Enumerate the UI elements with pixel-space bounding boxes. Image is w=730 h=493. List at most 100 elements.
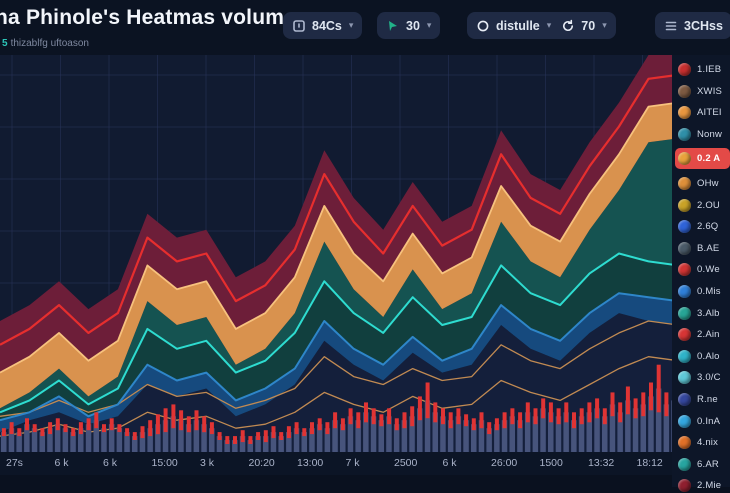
asset-label: 4.nix — [697, 437, 719, 449]
asset-label: 0.InA — [697, 415, 721, 427]
asset-icon — [678, 198, 691, 212]
x-tick-label: 15:00 — [151, 457, 178, 469]
asset-icon — [678, 176, 691, 190]
asset-label: 2.Ain — [697, 329, 720, 341]
list-item[interactable]: 0.Alo — [678, 349, 730, 364]
refresh-icon — [563, 19, 574, 31]
asset-label: 2.OU — [697, 199, 720, 211]
list-item[interactable]: 2.Mie — [678, 478, 730, 493]
x-tick-label: 18:12 — [636, 457, 663, 469]
list-item[interactable]: 0.Mis — [678, 284, 730, 299]
asset-icon — [678, 106, 691, 120]
x-tick-label: 6 k — [442, 457, 457, 469]
pointer-icon — [389, 20, 397, 31]
asset-list-sidebar: 1.IEB XWIS AITEI Nonw 0.2 A OHw 2.OU 2.6Q B.AE 0.… — [672, 55, 730, 493]
list-item[interactable]: 6.AR — [678, 457, 730, 472]
list-item[interactable]: 2.Ain — [678, 327, 730, 342]
control-pill: distulle ▾ 70 ▾ — [467, 12, 616, 39]
asset-label: AITEI — [697, 107, 722, 119]
control-pill: 84Cs ▾ — [283, 12, 363, 39]
control-pill: 3CHss — [655, 12, 730, 39]
dropdown-label: 3CHss — [684, 18, 723, 33]
dropdown-label: 30 — [406, 18, 420, 33]
list-item[interactable]: R.ne — [678, 392, 730, 407]
asset-label: 0.We — [697, 264, 720, 276]
x-tick-label: 7 k — [345, 457, 360, 469]
3chss-dropdown[interactable]: 3CHss — [664, 19, 723, 33]
x-tick-label: 26:00 — [491, 457, 518, 469]
asset-icon — [678, 392, 691, 406]
dropdown-label: 70 — [581, 18, 596, 33]
x-tick-label: 13:00 — [297, 457, 324, 469]
list-item[interactable]: 2.6Q — [678, 219, 730, 234]
list-item[interactable]: XWIS — [678, 84, 730, 99]
list-item[interactable]: B.AE — [678, 241, 730, 256]
x-axis: 27s 6 k 6 k 15:00 3 k 20:20 13:00 7 k 2500 6 k 26:… — [0, 452, 678, 475]
x-tick-label: 6 k — [54, 457, 69, 469]
asset-label: Nonw — [697, 128, 723, 140]
list-item[interactable]: 0.InA — [678, 414, 730, 429]
list-item[interactable]: 2.OU — [678, 198, 730, 213]
dropdown-label: 84Cs — [312, 18, 342, 33]
x-tick-label: 1500 — [539, 457, 563, 469]
distulle-dropdown[interactable]: distulle ▾ — [476, 19, 551, 33]
list-item[interactable]: 4.nix — [678, 435, 730, 450]
x-tick-label: 2500 — [394, 457, 418, 469]
chevron-down-icon: ▾ — [426, 20, 432, 30]
70-dropdown[interactable]: 70 ▾ — [561, 18, 607, 33]
list-item[interactable]: AITEI — [678, 105, 730, 120]
asset-icon — [678, 479, 691, 493]
asset-icon — [678, 220, 691, 234]
asset-label: 2.6Q — [697, 221, 719, 233]
asset-icon — [678, 306, 691, 320]
x-tick-label: 27s — [6, 457, 23, 469]
84cs-dropdown[interactable]: 84Cs ▾ — [292, 19, 353, 33]
asset-icon — [678, 371, 691, 385]
asset-icon — [678, 457, 691, 471]
list-item[interactable]: Nonw — [678, 127, 730, 142]
list-item-selected[interactable]: 0.2 A — [675, 148, 730, 170]
x-tick-label: 13:32 — [588, 457, 615, 469]
asset-label: XWIS — [697, 85, 723, 97]
asset-icon — [678, 284, 691, 298]
chevron-down-icon: ▾ — [602, 20, 607, 30]
list-item[interactable]: 0.We — [678, 262, 730, 277]
chevron-down-icon: ▾ — [546, 20, 552, 30]
asset-label: 2.Mie — [697, 480, 722, 492]
asset-label: B.AE — [697, 242, 720, 254]
list-item[interactable]: 1.IEB — [678, 62, 730, 77]
clock-icon — [293, 19, 305, 32]
main-chart[interactable] — [0, 55, 678, 452]
ring-icon — [477, 20, 489, 31]
asset-label: 1.IEB — [697, 64, 722, 75]
asset-label: 3.0/C — [697, 372, 721, 384]
asset-icon — [678, 263, 691, 277]
list-item[interactable]: OHw — [678, 176, 730, 191]
asset-icon — [678, 63, 691, 76]
asset-icon — [678, 241, 691, 255]
asset-label: 0.2 A — [697, 153, 721, 165]
asset-icon — [678, 84, 691, 98]
list-item[interactable]: 3.0/C — [678, 370, 730, 385]
x-tick-label: 6 k — [103, 457, 118, 469]
header-controls: 84Cs ▾ 30 ▾ distulle ▾ 70 ▾ 3CHss — [0, 0, 730, 55]
asset-label: OHw — [697, 177, 719, 189]
asset-icon — [678, 152, 691, 166]
dropdown-label: distulle — [496, 18, 540, 33]
layered-area-chart — [0, 55, 678, 452]
list-icon — [665, 21, 677, 30]
control-pill: 30 ▾ — [377, 12, 441, 39]
asset-label: 3.Alb — [697, 307, 720, 319]
asset-icon — [678, 436, 691, 450]
x-tick-label: 20:20 — [248, 457, 275, 469]
asset-icon — [678, 349, 691, 363]
asset-icon — [678, 127, 691, 141]
asset-label: 0.Mis — [697, 285, 721, 297]
asset-label: 0.Alo — [697, 350, 720, 362]
asset-label: 6.AR — [697, 458, 719, 470]
asset-label: R.ne — [697, 393, 718, 405]
asset-icon — [678, 414, 691, 428]
chevron-down-icon: ▾ — [348, 20, 354, 30]
30-dropdown[interactable]: 30 ▾ — [386, 19, 431, 33]
list-item[interactable]: 3.Alb — [678, 306, 730, 321]
